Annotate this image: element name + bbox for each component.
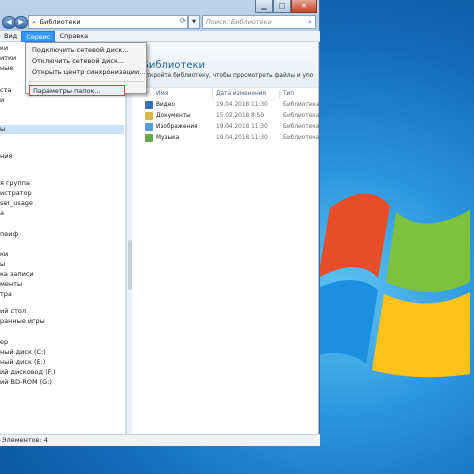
tree-item[interactable]: ер	[0, 338, 8, 347]
minimize-icon: ▁	[261, 2, 267, 10]
row-type: Библиотека	[283, 102, 320, 108]
pictures-library-icon	[145, 123, 153, 131]
tree-item[interactable]: ранные игры	[0, 317, 45, 326]
library-header: Библиотеки Откройте библиотеку, чтобы пр…	[132, 42, 318, 88]
row-date: 19.04.2018 11:30	[216, 135, 268, 141]
tree-item[interactable]: истратор	[0, 189, 32, 198]
row-name: Видео	[156, 102, 175, 108]
tree-item-selected[interactable]: ы	[0, 125, 124, 134]
row-date: 19.04.2018 11:30	[216, 102, 268, 108]
disconnect-network-drive-item[interactable]: Отключить сетевой диск...	[26, 56, 146, 67]
open-sync-center-item[interactable]: Открыть центр синхронизации...	[26, 67, 146, 78]
library-subtitle: Откройте библиотеку, чтобы просмотреть ф…	[142, 73, 314, 79]
chevron-right-icon: »	[32, 18, 36, 26]
search-placeholder: Поиск: Библиотеки	[206, 18, 272, 26]
explorer-window: ▁ □ ✕ ◀ ▶ » Библиотеки ⟳ ▼ Поиск: Библио…	[0, 0, 320, 446]
windows-logo-icon	[320, 193, 470, 378]
tree-item[interactable]: ы	[0, 260, 5, 269]
library-row-documents[interactable]: Документы 15.02.2018 8:50 Библиотека	[132, 111, 320, 121]
row-date: 15.02.2018 8:50	[216, 113, 265, 119]
row-type: Библиотека	[283, 124, 320, 130]
search-input[interactable]: Поиск: Библиотеки ⌕	[202, 15, 316, 29]
tree-item[interactable]: тра	[0, 290, 12, 299]
column-divider[interactable]	[212, 90, 213, 99]
address-bar[interactable]: » Библиотеки	[28, 15, 188, 29]
forward-button[interactable]: ▶	[14, 16, 28, 29]
tree-item[interactable]: пеиф	[0, 230, 18, 239]
close-icon: ✕	[301, 2, 307, 10]
menu-view[interactable]: Вид	[0, 31, 21, 42]
maximize-button[interactable]: □	[273, 0, 291, 13]
address-dropdown-button[interactable]: ▼	[188, 15, 200, 29]
library-row-video[interactable]: Видео 19.04.2018 11:30 Библиотека	[132, 100, 320, 110]
row-type: Библиотека	[283, 135, 320, 141]
tree-item[interactable]: ка записи	[0, 270, 34, 279]
tree-item[interactable]: итки	[0, 54, 16, 63]
chevron-down-icon: ▼	[192, 19, 196, 25]
search-icon: ⌕	[308, 17, 312, 26]
tree-item[interactable]: a	[0, 209, 4, 218]
row-name: Изображения	[156, 124, 198, 130]
window-controls: ▁ □ ✕	[255, 0, 317, 14]
navigation-bar: ◀ ▶ » Библиотеки ⟳ ▼ Поиск: Библиотеки ⌕	[0, 13, 320, 31]
forward-arrow-icon: ▶	[18, 18, 24, 26]
tree-item[interactable]: ий BD-ROM (G:)	[0, 378, 52, 387]
tree-item[interactable]: ный диск (E:)	[0, 358, 45, 367]
folder-options-item[interactable]: Параметры папок...	[29, 85, 125, 96]
row-type: Библиотека	[283, 113, 320, 119]
tree-item[interactable]: ий дисковод (F:)	[0, 368, 56, 377]
maximize-icon: □	[278, 2, 286, 10]
column-header-name[interactable]: Имя	[156, 90, 168, 99]
tree-item[interactable]: ные	[0, 64, 13, 73]
column-divider[interactable]	[279, 90, 280, 99]
map-network-drive-item[interactable]: Подключить сетевой диск...	[26, 45, 146, 56]
row-name: Документы	[156, 113, 191, 119]
tree-item[interactable]: менты	[0, 280, 22, 289]
status-bar: Элементов: 4	[0, 434, 320, 446]
minimize-button[interactable]: ▁	[255, 0, 273, 13]
refresh-icon[interactable]: ⟳	[180, 17, 186, 25]
tree-item[interactable]: ки	[0, 44, 8, 53]
library-row-pictures[interactable]: Изображения 19.04.2018 11:30 Библиотека	[132, 122, 320, 132]
library-pane: Библиотеки Откройте библиотеку, чтобы пр…	[132, 42, 320, 434]
tree-item[interactable]: ния	[0, 152, 12, 161]
column-header-date[interactable]: Дата изменения	[216, 90, 266, 99]
documents-library-icon	[145, 112, 153, 120]
back-arrow-icon: ◀	[6, 18, 12, 26]
navigation-tree: ки итки ные ста и ы ния я группа истрато…	[0, 42, 126, 434]
row-date: 19.04.2018 11:30	[216, 124, 268, 130]
tree-item[interactable]: я группа	[0, 179, 30, 188]
column-header-type[interactable]: Тип	[283, 90, 294, 99]
library-title: Библиотеки	[142, 60, 206, 71]
menu-bar: Вид Сервис Справка	[0, 30, 320, 42]
tree-item[interactable]: и	[0, 96, 4, 105]
menu-help[interactable]: Справка	[55, 31, 92, 42]
menu-divider	[28, 81, 144, 82]
address-path: Библиотеки	[39, 18, 81, 26]
video-library-icon	[145, 101, 153, 109]
library-row-music[interactable]: Музыка 19.04.2018 11:30 Библиотека	[132, 133, 320, 143]
service-menu-dropdown: Подключить сетевой диск... Отключить сет…	[25, 42, 147, 96]
title-bar[interactable]: ▁ □ ✕	[0, 0, 320, 14]
music-library-icon	[145, 134, 153, 142]
tree-item[interactable]: ки	[0, 250, 8, 259]
row-name: Музыка	[156, 135, 180, 141]
close-button[interactable]: ✕	[291, 0, 317, 13]
tree-item[interactable]: ста	[0, 86, 11, 95]
menu-service[interactable]: Сервис	[21, 30, 56, 42]
tree-item[interactable]: ий стол	[0, 307, 26, 316]
tree-item[interactable]: ser_usage	[0, 199, 33, 208]
tree-item[interactable]: ный диск (C:)	[0, 348, 46, 357]
